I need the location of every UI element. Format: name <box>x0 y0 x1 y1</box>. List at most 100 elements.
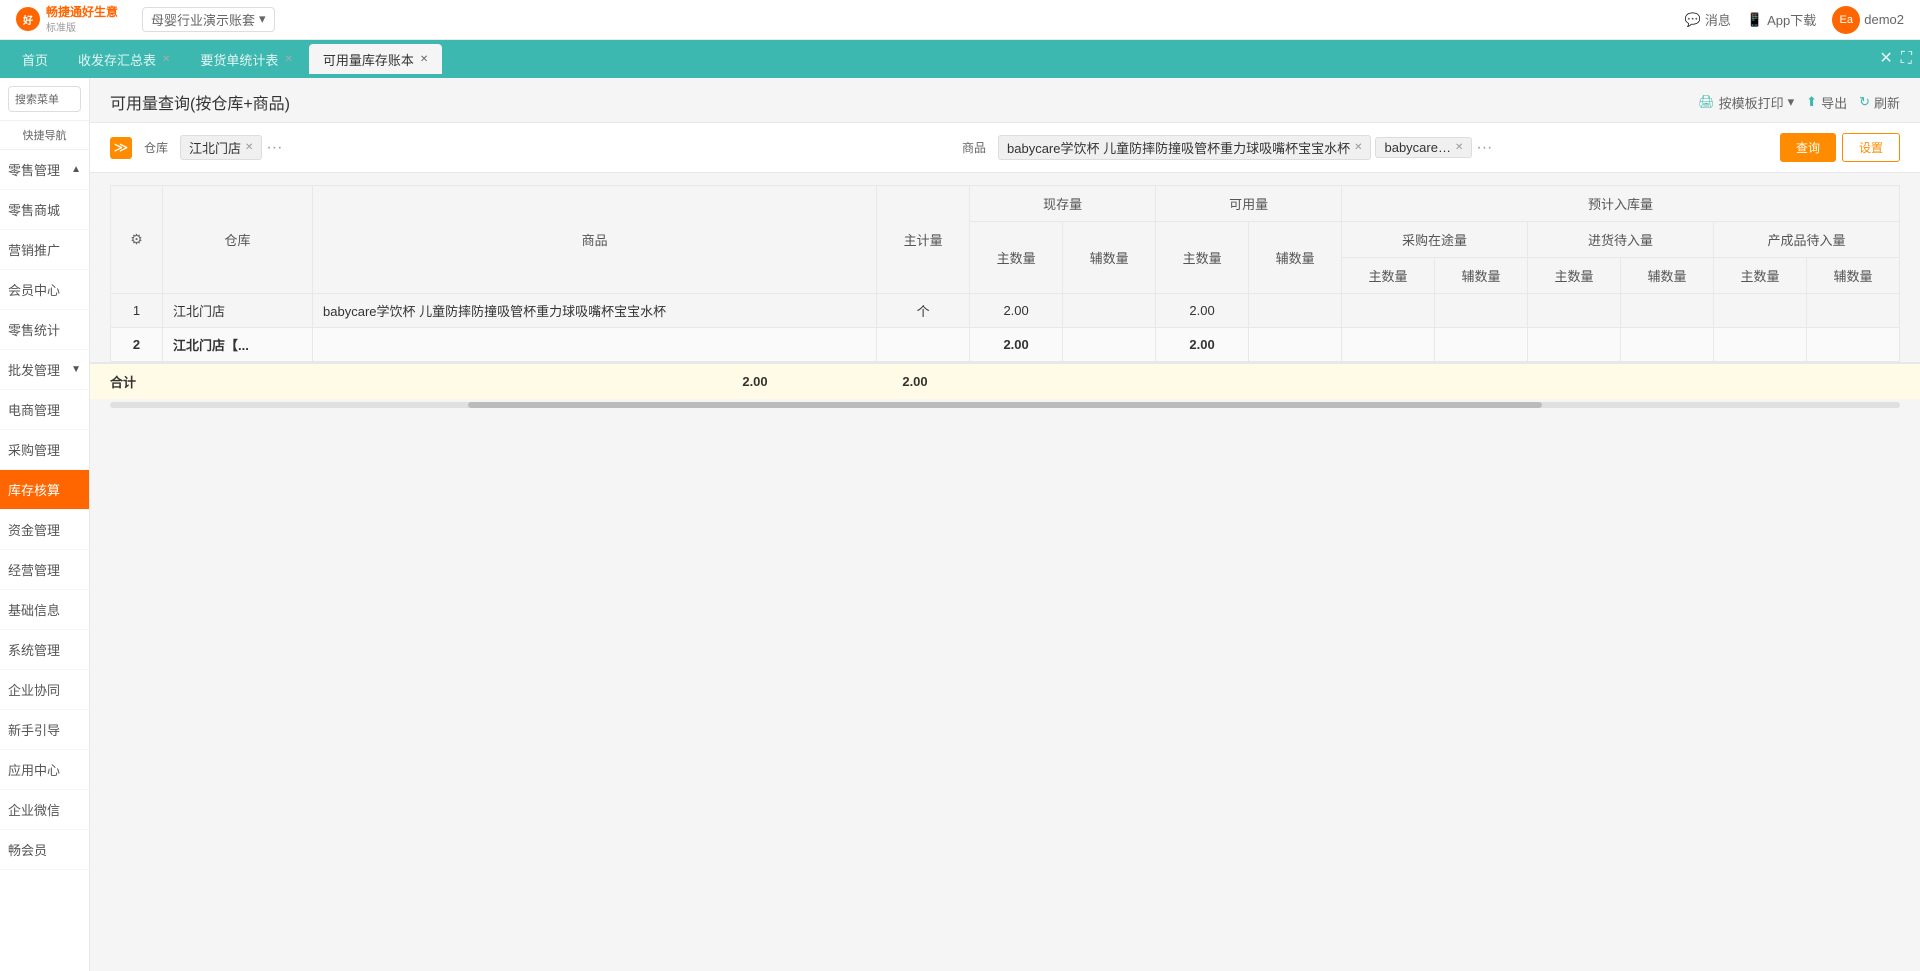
cell-available-main-qty: 2.00 <box>1156 294 1249 328</box>
refresh-label: 刷新 <box>1874 93 1900 112</box>
tab-requisition[interactable]: 要货单统计表 ✕ <box>186 44 306 74</box>
warehouse-tag-label: 江北门店 <box>189 138 241 157</box>
sidebar-search-button[interactable]: 搜索菜单 <box>8 86 81 112</box>
sidebar-item-vip-member[interactable]: 畅会员 <box>0 830 89 870</box>
subtotal-available-main-qty: 2.00 <box>1156 328 1249 362</box>
sidebar-item-retail-stats[interactable]: 零售统计 <box>0 310 89 350</box>
sidebar-item-app-center[interactable]: 应用中心 <box>0 750 89 790</box>
export-icon: ⬆ <box>1806 94 1817 110</box>
product-tag-1-label: babycare学饮杯 儿童防摔防撞吸管杯重力球吸嘴杯宝宝水杯 <box>1007 138 1350 157</box>
sidebar-item-finance-mgmt-label: 资金管理 <box>8 520 60 539</box>
sidebar-item-retail-mgmt[interactable]: 零售管理 ▲ <box>0 150 89 190</box>
scrollbar-thumb <box>468 402 1542 408</box>
sidebar-item-marketing[interactable]: 营销推广 <box>0 230 89 270</box>
sidebar-item-enterprise-collab-label: 企业协同 <box>8 680 60 699</box>
refresh-icon: ↻ <box>1859 94 1870 110</box>
subtotal-inbound-pending-main <box>1528 328 1621 362</box>
product-tag-1-remove[interactable]: ✕ <box>1354 142 1362 153</box>
main-layout: 搜索菜单 快捷导航 零售管理 ▲ 零售商城 营销推广 会员中心 零售统计 批发管… <box>0 78 1920 971</box>
sidebar-item-retail-stats-label: 零售统计 <box>8 320 60 339</box>
user-avatar-area[interactable]: Ea demo2 <box>1832 6 1904 34</box>
sidebar-item-new-user-guide[interactable]: 新手引导 <box>0 710 89 750</box>
industry-selector[interactable]: 母婴行业演示账套 ▾ <box>142 7 275 32</box>
content-area: 可用量查询(按仓库+商品) 🖨 按模板打印 ▾ ⬆ 导出 ↻ 刷新 ≫ <box>90 78 1920 971</box>
filter-bar: ≫ 仓库 江北门店 ✕ ··· 商品 babycare学饮杯 儿童防摔防撞吸管杯… <box>90 123 1920 173</box>
sidebar-item-ecommerce-mgmt[interactable]: 电商管理 <box>0 390 89 430</box>
sidebar-item-enterprise-wechat-label: 企业微信 <box>8 800 60 819</box>
product-tag-2-remove[interactable]: ✕ <box>1455 142 1463 153</box>
sidebar-item-member-center[interactable]: 会员中心 <box>0 270 89 310</box>
subtotal-seq: 2 <box>111 328 163 362</box>
print-button[interactable]: 🖨 按模板打印 ▾ <box>1698 93 1794 112</box>
th-available: 可用量 <box>1156 186 1342 222</box>
tab-available-close[interactable]: ✕ <box>420 54 428 65</box>
warehouse-tag-remove[interactable]: ✕ <box>245 142 253 153</box>
product-filter-label: 商品 <box>962 139 986 156</box>
sidebar-item-basic-info[interactable]: 基础信息 <box>0 590 89 630</box>
query-button[interactable]: 查询 <box>1780 133 1836 162</box>
sidebar-item-system-mgmt-label: 系统管理 <box>8 640 60 659</box>
warehouse-tag-area: 江北门店 ✕ ··· <box>180 135 950 160</box>
subtotal-row: 2 江北门店【... 2.00 2.00 <box>111 328 1900 362</box>
product-tag-area: babycare学饮杯 儿童防摔防撞吸管杯重力球吸嘴杯宝宝水杯 ✕ babyca… <box>998 135 1768 160</box>
sidebar-nav-button[interactable]: 快捷导航 <box>0 121 89 150</box>
fullscreen-button[interactable]: ⛶ <box>1901 51 1912 67</box>
sidebar-item-wholesale-mgmt[interactable]: 批发管理 ▼ <box>0 350 89 390</box>
expand-button[interactable]: ≫ <box>110 137 132 159</box>
product-tag-1[interactable]: babycare学饮杯 儿童防摔防撞吸管杯重力球吸嘴杯宝宝水杯 ✕ <box>998 135 1371 160</box>
message-button[interactable]: 💬 消息 <box>1685 10 1731 29</box>
sidebar-item-purchase-mgmt[interactable]: 采购管理 <box>0 430 89 470</box>
app-download-button[interactable]: 📱 App下载 <box>1747 10 1816 29</box>
sidebar-item-inventory-check[interactable]: 库存核算 <box>0 470 89 510</box>
tab-available[interactable]: 可用量库存账本 ✕ <box>309 44 442 74</box>
page-header-actions: 🖨 按模板打印 ▾ ⬆ 导出 ↻ 刷新 <box>1698 93 1900 112</box>
tab-receivable[interactable]: 收发存汇总表 ✕ <box>64 44 184 74</box>
message-label: 消息 <box>1705 10 1731 29</box>
warehouse-filter-more[interactable]: ··· <box>266 139 282 157</box>
logo-area: 好 畅捷通好生意 标准版 <box>16 5 118 34</box>
warehouse-tag[interactable]: 江北门店 ✕ <box>180 135 262 160</box>
sidebar-item-new-user-guide-label: 新手引导 <box>8 720 60 739</box>
sidebar-item-enterprise-collab[interactable]: 企业协同 <box>0 670 89 710</box>
cell-product-pending-main <box>1714 294 1807 328</box>
print-label: 按模板打印 <box>1719 93 1784 112</box>
tab-home[interactable]: 首页 <box>8 44 62 74</box>
tab-bar: 首页 收发存汇总表 ✕ 要货单统计表 ✕ 可用量库存账本 ✕ ✕ ⛶ <box>0 40 1920 78</box>
sidebar-item-enterprise-wechat[interactable]: 企业微信 <box>0 790 89 830</box>
cell-inbound-pending-main <box>1528 294 1621 328</box>
product-tag-2-label: babycare… <box>1384 140 1450 155</box>
product-filter-more[interactable]: ··· <box>1476 139 1492 157</box>
subtotal-main-unit <box>877 328 970 362</box>
sidebar-item-retail-mall[interactable]: 零售商城 <box>0 190 89 230</box>
setting-button[interactable]: 设置 <box>1842 133 1900 162</box>
sidebar-item-operations-mgmt[interactable]: 经营管理 <box>0 550 89 590</box>
tab-requisition-close[interactable]: ✕ <box>284 54 292 65</box>
export-button[interactable]: ⬆ 导出 <box>1806 93 1847 112</box>
horizontal-scrollbar[interactable] <box>110 402 1900 408</box>
settings-icon[interactable]: ⚙ <box>130 231 143 247</box>
print-arrow-icon: ▾ <box>1788 94 1795 110</box>
refresh-button[interactable]: ↻ 刷新 <box>1859 93 1900 112</box>
sidebar-item-inventory-check-label: 库存核算 <box>8 480 60 499</box>
th-purchase-in-transit-aux: 辅数量 <box>1435 258 1528 294</box>
th-expected-inbound: 预计入库量 <box>1342 186 1900 222</box>
logo-sub: 标准版 <box>46 19 118 34</box>
close-all-button[interactable]: ✕ <box>1879 51 1892 67</box>
sidebar-item-system-mgmt[interactable]: 系统管理 <box>0 630 89 670</box>
chevron-icon-2: ▼ <box>71 364 81 375</box>
cell-current-aux-qty <box>1063 294 1156 328</box>
subtotal-product <box>313 328 877 362</box>
cell-purchase-in-transit-aux <box>1435 294 1528 328</box>
cell-inbound-pending-aux <box>1621 294 1714 328</box>
sidebar-item-wholesale-mgmt-label: 批发管理 <box>8 360 60 379</box>
username-label: demo2 <box>1864 12 1904 27</box>
th-product: 商品 <box>313 186 877 294</box>
product-tag-2[interactable]: babycare… ✕ <box>1375 137 1472 158</box>
tab-receivable-close[interactable]: ✕ <box>162 54 170 65</box>
sidebar-item-retail-mall-label: 零售商城 <box>8 200 60 219</box>
sidebar-item-finance-mgmt[interactable]: 资金管理 <box>0 510 89 550</box>
logo-text: 畅捷通好生意 <box>46 5 118 19</box>
sidebar: 搜索菜单 快捷导航 零售管理 ▲ 零售商城 营销推广 会员中心 零售统计 批发管… <box>0 78 90 971</box>
footer-total-label: 合计 <box>110 372 265 391</box>
th-purchase-in-transit: 采购在途量 <box>1342 222 1528 258</box>
